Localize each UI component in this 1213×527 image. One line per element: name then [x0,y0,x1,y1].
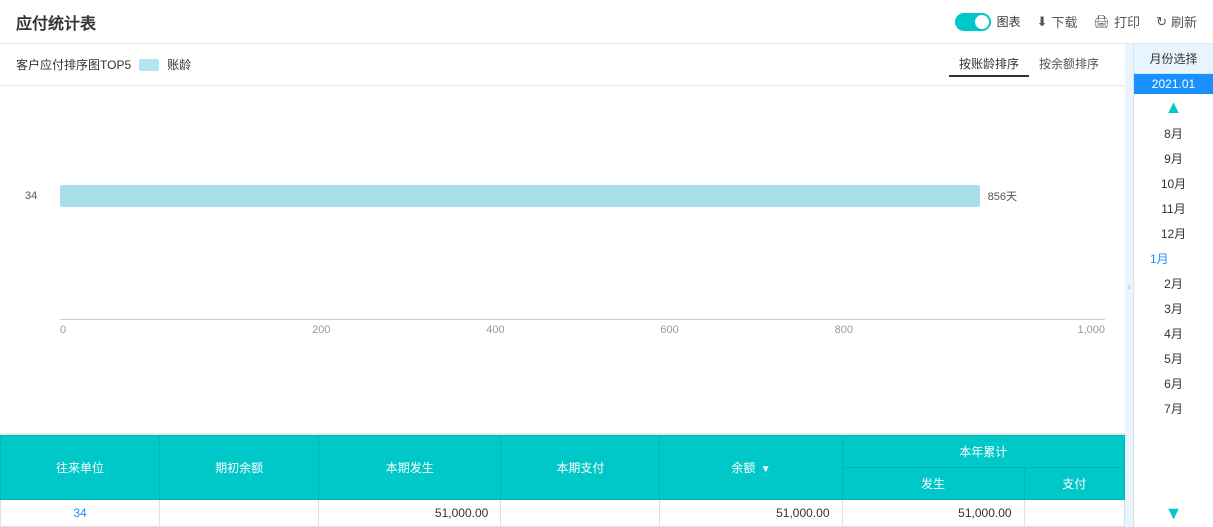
col-ytd-occur: 发生 [842,468,1024,500]
cell-opening [160,500,319,527]
main-area: 客户应付排序图TOP5 账龄 按账龄排序 按余额排序 34 856天 [0,44,1213,527]
x-tick-200: 200 [234,320,408,336]
sidebar-down-arrow[interactable]: ▼ [1134,500,1213,527]
chart-toggle-group: 图表 [955,13,1021,31]
chart-canvas: 34 856天 0 200 400 600 800 1,000 [0,86,1125,433]
cell-pay [501,500,660,527]
sidebar-month-7[interactable]: 7月 [1134,396,1213,421]
chart-bar-row: 34 856天 [60,176,1105,216]
balance-sort-icon: ▼ [761,464,771,475]
refresh-icon: ↻ [1156,14,1167,30]
download-icon: ⬇ [1037,14,1048,30]
sidebar: 月份选择 2021.01 ▲ 8月 9月 10月 11月 12月 2023 1月… [1133,44,1213,527]
chart-toggle[interactable] [955,13,991,31]
cell-ytd-pay [1024,500,1124,527]
chart-inner: 34 856天 0 200 400 600 800 1,000 [60,96,1105,336]
data-table: 往来单位 期初余额 本期发生 本期支付 余额 ▼ 本年累计 发生 [0,435,1125,527]
sidebar-header: 月份选择 [1134,44,1213,74]
chart-sort-buttons: 按账龄排序 按余额排序 [949,52,1109,77]
col-ytd: 本年累计 [842,436,1125,468]
cell-occur: 51,000.00 [319,500,501,527]
col-ytd-pay: 支付 [1024,468,1124,500]
col-pay: 本期支付 [501,436,660,500]
page-title: 应付统计表 [16,10,96,34]
resize-handle[interactable]: ··· [1125,44,1133,527]
sidebar-month-5[interactable]: 5月 [1134,346,1213,371]
col-opening: 期初余额 [160,436,319,500]
cell-unit: 34 [1,500,160,527]
bar-y-label: 34 [25,190,37,202]
sidebar-month-3[interactable]: 3月 [1134,296,1213,321]
header: 应付统计表 图表 ⬇ 下载 🖨 打印 ↻ 刷新 [0,0,1213,44]
chart-legend: 客户应付排序图TOP5 账龄 [16,56,191,73]
sidebar-month-11[interactable]: 11月 [1134,196,1213,221]
sort-by-balance-button[interactable]: 按余额排序 [1029,52,1109,77]
sidebar-month-9[interactable]: 9月 [1134,146,1213,171]
table-section: 往来单位 期初余额 本期发生 本期支付 余额 ▼ 本年累计 发生 [0,433,1125,527]
chart-section: 客户应付排序图TOP5 账龄 按账龄排序 按余额排序 34 856天 [0,44,1125,527]
x-tick-1000: 1,000 [931,320,1105,336]
cell-ytd-occur: 51,000.00 [842,500,1024,527]
x-tick-600: 600 [583,320,757,336]
cell-balance: 51,000.00 [660,500,842,527]
refresh-button[interactable]: ↻ 刷新 [1156,12,1197,31]
x-tick-400: 400 [408,320,582,336]
chevron-down-icon: ▼ [1165,503,1183,523]
x-tick-800: 800 [757,320,931,336]
col-unit: 往来单位 [1,436,160,500]
chart-toggle-label: 图表 [997,13,1021,30]
year-marker-row: 2023 1月 [1134,246,1213,271]
sidebar-month-1[interactable]: 1月 [1142,246,1177,271]
bar-end-label: 856天 [988,188,1017,204]
sidebar-month-2[interactable]: 2月 [1134,271,1213,296]
bar-fill [60,185,980,207]
sidebar-year-input[interactable]: 2021.01 [1134,74,1213,94]
legend-color-box [139,59,159,71]
table-row: 34 51,000.00 51,000.00 51,000.00 [1,500,1125,527]
col-occur: 本期发生 [319,436,501,500]
print-button[interactable]: 🖨 打印 [1094,12,1141,31]
sidebar-month-4[interactable]: 4月 [1134,321,1213,346]
sidebar-up-arrow[interactable]: ▲ [1134,94,1213,121]
sort-by-age-button[interactable]: 按账龄排序 [949,52,1029,77]
x-axis: 0 200 400 600 800 1,000 [60,319,1105,336]
sidebar-month-12[interactable]: 12月 [1134,221,1213,246]
col-balance: 余额 ▼ [660,436,842,500]
chart-toolbar: 客户应付排序图TOP5 账龄 按账龄排序 按余额排序 [0,44,1125,86]
download-button[interactable]: ⬇ 下载 [1037,12,1078,31]
chevron-up-icon: ▲ [1165,97,1183,117]
sidebar-month-8[interactable]: 8月 [1134,121,1213,146]
legend-color-label: 账龄 [167,56,191,73]
legend-text: 客户应付排序图TOP5 [16,56,131,73]
sidebar-month-10[interactable]: 10月 [1134,171,1213,196]
print-icon: 🖨 [1094,14,1111,30]
sidebar-months: 8月 9月 10月 11月 12月 2023 1月 2月 3月 4月 5月 6月… [1134,121,1213,500]
sidebar-month-6[interactable]: 6月 [1134,371,1213,396]
x-tick-0: 0 [60,320,234,336]
header-actions: 图表 ⬇ 下载 🖨 打印 ↻ 刷新 [955,12,1197,31]
unit-link[interactable]: 34 [73,506,86,520]
